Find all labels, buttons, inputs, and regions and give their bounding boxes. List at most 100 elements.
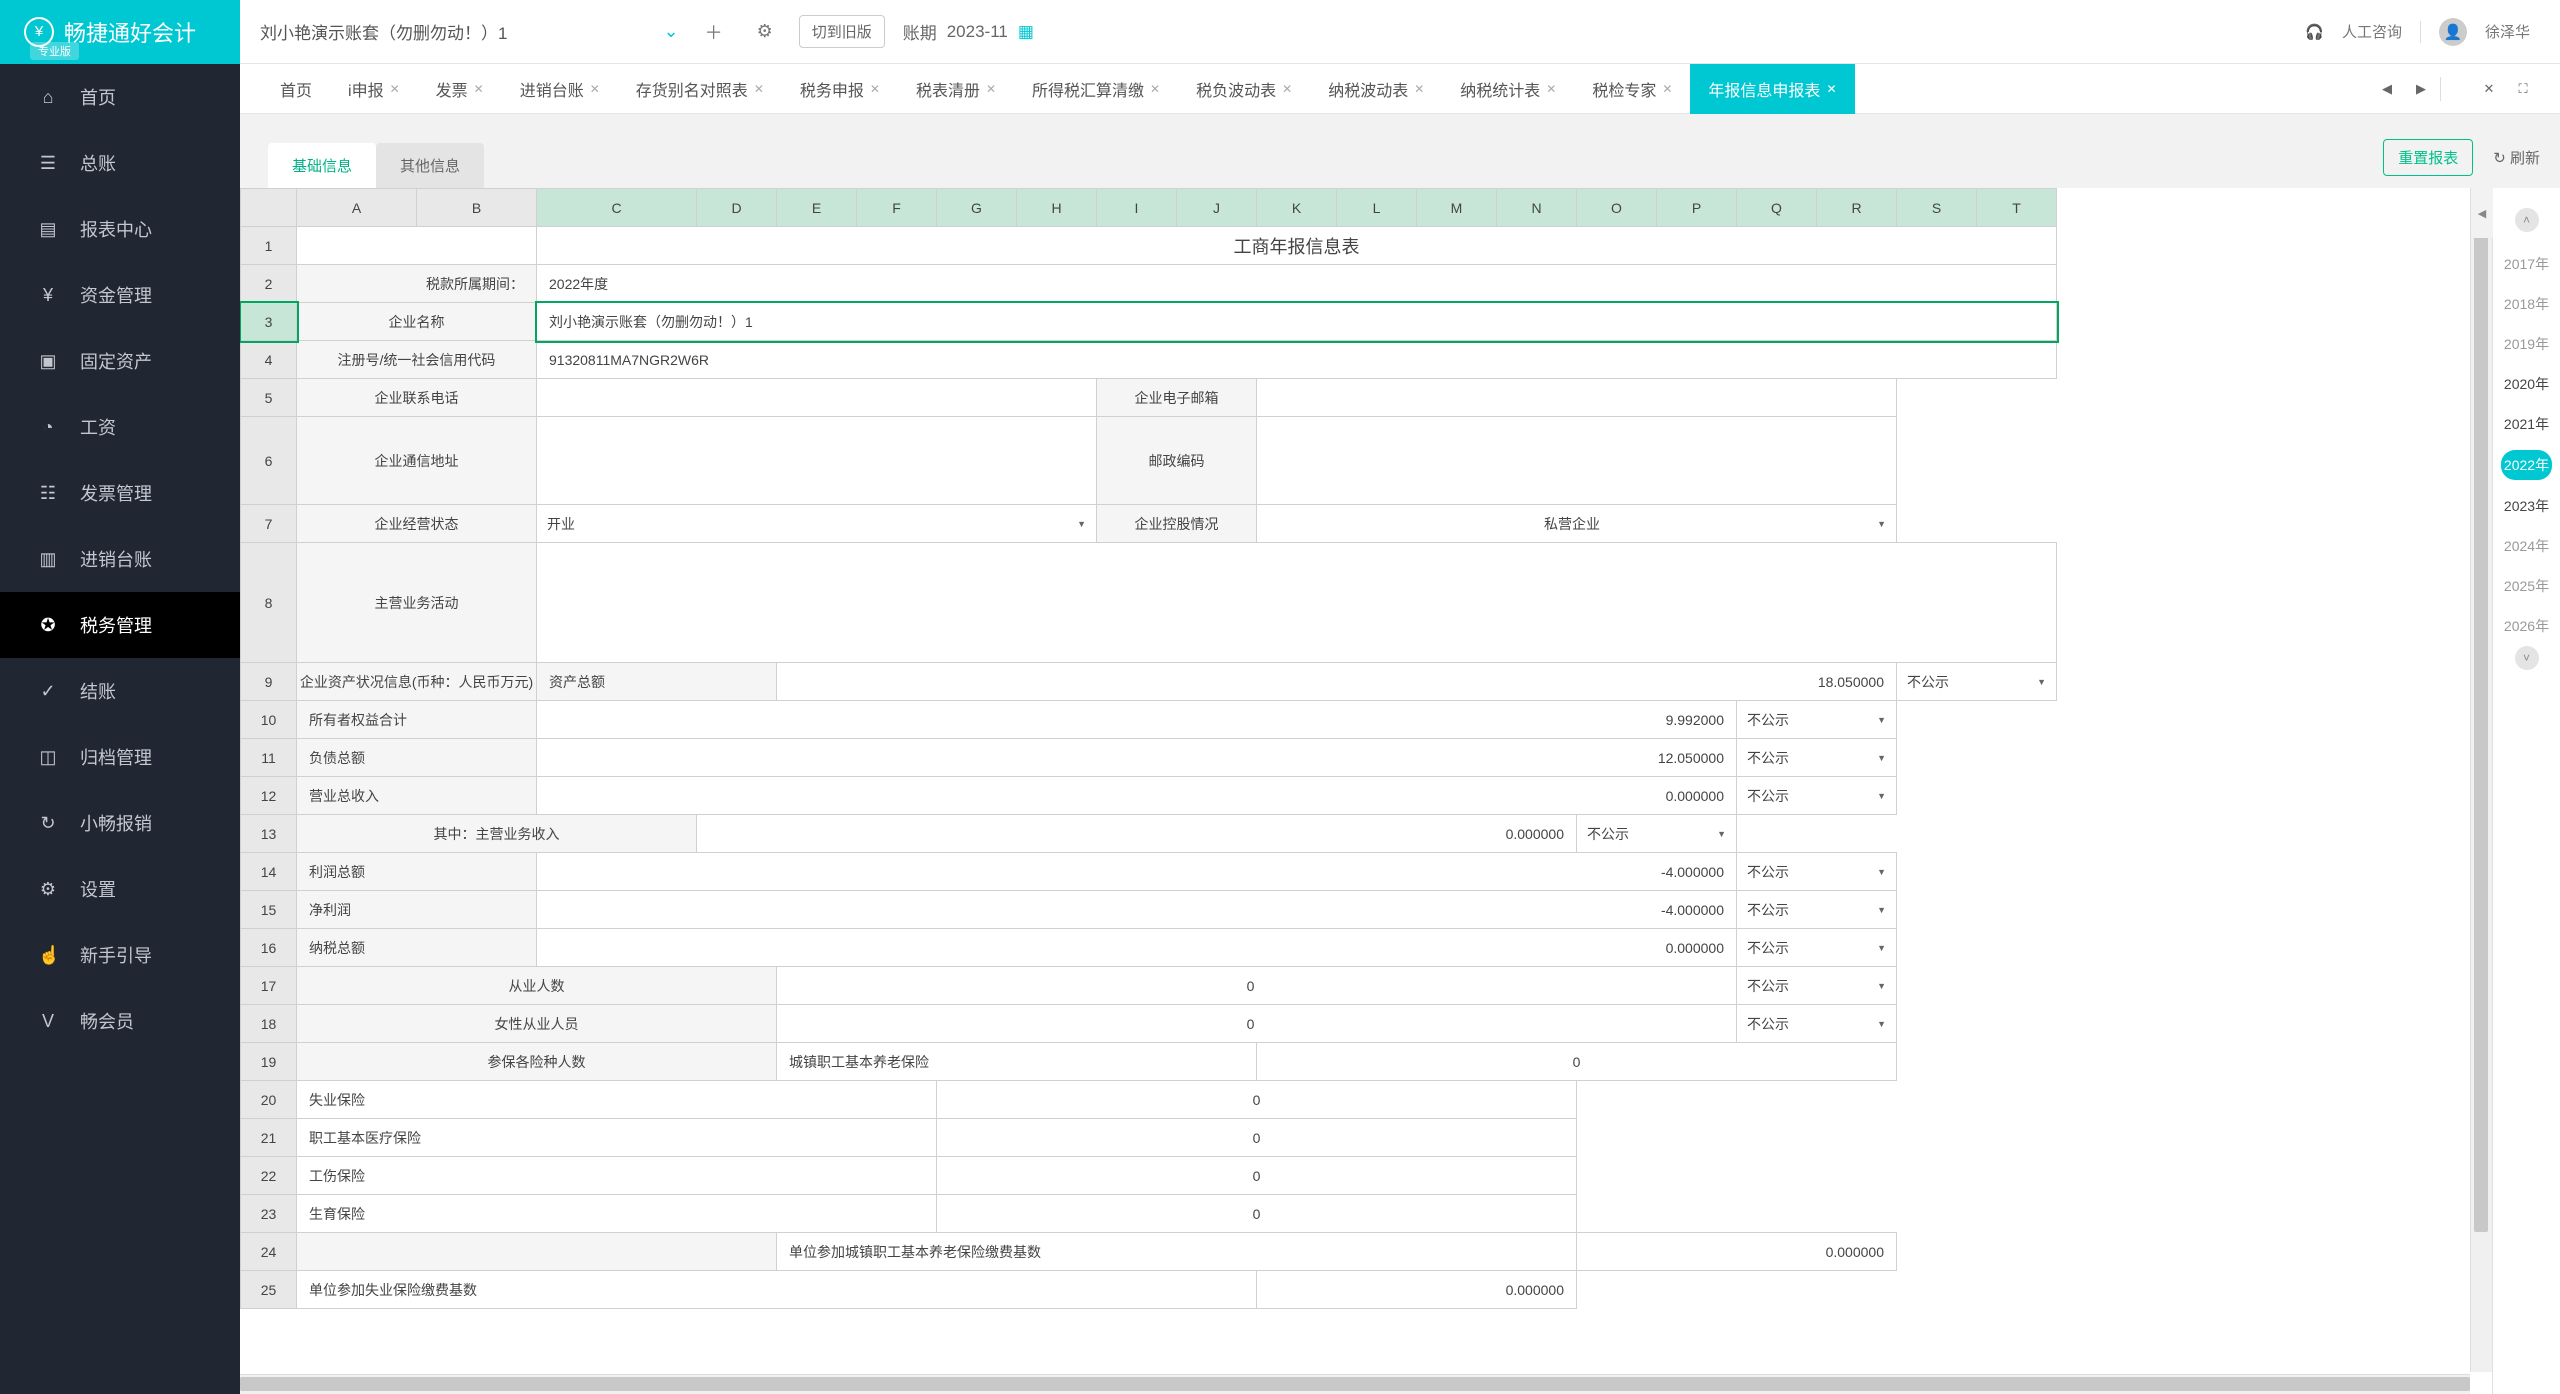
tab-发票[interactable]: 发票✕ [418,64,502,114]
base-val[interactable]: 0.000000 [1577,1233,1897,1271]
public-select[interactable]: 不公示 [1737,701,1897,739]
tab-所得税汇算清缴[interactable]: 所得税汇算清缴✕ [1014,64,1178,114]
sidebar-item-固定资产[interactable]: ▣固定资产 [0,328,240,394]
sidebar-item-报表中心[interactable]: ▤报表中心 [0,196,240,262]
col-D[interactable]: D [697,189,777,227]
row-14[interactable]: 14 [241,853,297,891]
email-value[interactable] [1257,379,1897,417]
sidebar-item-工资[interactable]: ◔工资 [0,394,240,460]
row-7[interactable]: 7 [241,505,297,543]
col-I[interactable]: I [1097,189,1177,227]
support-label[interactable]: 人工咨询 [2342,21,2402,42]
insure-val[interactable]: 0 [937,1157,1577,1195]
avatar[interactable]: 👤 [2439,18,2467,46]
base-val[interactable]: 0.000000 [1257,1271,1577,1309]
sidebar-item-结账[interactable]: ✓结账 [0,658,240,724]
year-2019年[interactable]: 2019年 [2493,324,2560,364]
tab-i申报[interactable]: i申报✕ [330,64,418,114]
close-icon[interactable]: ✕ [986,82,996,96]
insure-val[interactable]: 0 [937,1195,1577,1233]
calendar-icon[interactable]: ▦ [1018,22,1034,42]
period-selector[interactable]: 账期 2023-11 ▦ [903,19,1034,44]
row-1[interactable]: 1 [241,227,297,265]
row-16[interactable]: 16 [241,929,297,967]
public-select[interactable]: 不公示 [1737,739,1897,777]
addr-value[interactable] [537,417,1097,505]
tab-税检专家[interactable]: 税检专家✕ [1574,64,1690,114]
sidebar-item-小畅报销[interactable]: ↻小畅报销 [0,790,240,856]
close-icon[interactable]: ✕ [1826,82,1836,96]
col-Q[interactable]: Q [1737,189,1817,227]
col-S[interactable]: S [1897,189,1977,227]
close-icon[interactable]: ✕ [390,82,400,96]
zip-value[interactable] [1257,417,1897,505]
col-O[interactable]: O [1577,189,1657,227]
tab-纳税统计表[interactable]: 纳税统计表✕ [1442,64,1574,114]
holding-value[interactable]: 私营企业 [1257,505,1897,543]
insure-val[interactable]: 0 [937,1081,1577,1119]
col-G[interactable]: G [937,189,1017,227]
tab-税负波动表[interactable]: 税负波动表✕ [1178,64,1310,114]
row-11[interactable]: 11 [241,739,297,777]
year-2017年[interactable]: 2017年 [2493,244,2560,284]
public-select[interactable]: 不公示 [1737,929,1897,967]
row-3[interactable]: 3 [241,303,297,341]
year-2025年[interactable]: 2025年 [2493,566,2560,606]
row-13[interactable]: 13 [241,815,297,853]
row-21[interactable]: 21 [241,1119,297,1157]
corner-cell[interactable] [241,189,297,227]
close-icon[interactable]: ✕ [1414,82,1424,96]
year-2018年[interactable]: 2018年 [2493,284,2560,324]
sidebar-item-设置[interactable]: ⚙设置 [0,856,240,922]
female-val[interactable]: 0 [777,1005,1737,1043]
row-19[interactable]: 19 [241,1043,297,1081]
asset-val[interactable]: -4.000000 [537,853,1737,891]
account-selector[interactable]: 刘小艳演示账套（勿删勿动！）1 ⌄ ＋ ⚙ 切到旧版 [260,15,885,48]
row-8[interactable]: 8 [241,543,297,663]
sidebar-item-税务管理[interactable]: ✪税务管理 [0,592,240,658]
col-F[interactable]: F [857,189,937,227]
row-15[interactable]: 15 [241,891,297,929]
close-icon[interactable]: ✕ [1662,82,1672,96]
horizontal-scrollbar[interactable] [240,1374,2470,1394]
row-17[interactable]: 17 [241,967,297,1005]
year-up-icon[interactable]: ˄ [2515,208,2539,232]
tab-prev-icon[interactable]: ◀ [2372,74,2402,104]
asset-val[interactable]: 0.000000 [537,777,1737,815]
row-10[interactable]: 10 [241,701,297,739]
chevron-down-icon[interactable]: ⌄ [663,21,678,42]
row-20[interactable]: 20 [241,1081,297,1119]
year-2024年[interactable]: 2024年 [2493,526,2560,566]
col-R[interactable]: R [1817,189,1897,227]
public-select[interactable]: 不公示 [1737,891,1897,929]
asset-val[interactable]: 0.000000 [537,929,1737,967]
status-value[interactable]: 开业 [537,505,1097,543]
close-icon[interactable]: ✕ [474,82,484,96]
row-5[interactable]: 5 [241,379,297,417]
reset-report-button[interactable]: 重置报表 [2383,139,2473,176]
public-select[interactable]: 不公示 [1897,663,2057,701]
asset-val[interactable]: 12.050000 [537,739,1737,777]
col-J[interactable]: J [1177,189,1257,227]
sub-tab-basic[interactable]: 基础信息 [268,143,376,188]
year-panel-toggle[interactable]: ◀ [2471,188,2493,238]
row-23[interactable]: 23 [241,1195,297,1233]
phone-value[interactable] [537,379,1097,417]
company-value[interactable]: 刘小艳演示账套（勿删勿动！）1 [537,303,2057,341]
tab-close-icon[interactable]: ✕ [2474,74,2504,104]
row-6[interactable]: 6 [241,417,297,505]
tab-税表清册[interactable]: 税表清册✕ [898,64,1014,114]
public-select[interactable]: 不公示 [1737,1005,1897,1043]
switch-old-version-button[interactable]: 切到旧版 [799,15,885,48]
close-icon[interactable]: ✕ [1282,82,1292,96]
public-select[interactable]: 不公示 [1737,777,1897,815]
tab-首页[interactable]: 首页 [262,64,330,114]
close-icon[interactable]: ✕ [1546,82,1556,96]
vertical-scrollbar[interactable] [2470,188,2492,1372]
year-2023年[interactable]: 2023年 [2493,486,2560,526]
gear-icon[interactable]: ⚙ [749,21,781,42]
col-M[interactable]: M [1417,189,1497,227]
tab-进销台账[interactable]: 进销台账✕ [502,64,618,114]
row-12[interactable]: 12 [241,777,297,815]
spreadsheet[interactable]: ABCDEFGHIJKLMNOPQRST1工商年报信息表2税款所属期间：2022… [240,188,2492,1394]
